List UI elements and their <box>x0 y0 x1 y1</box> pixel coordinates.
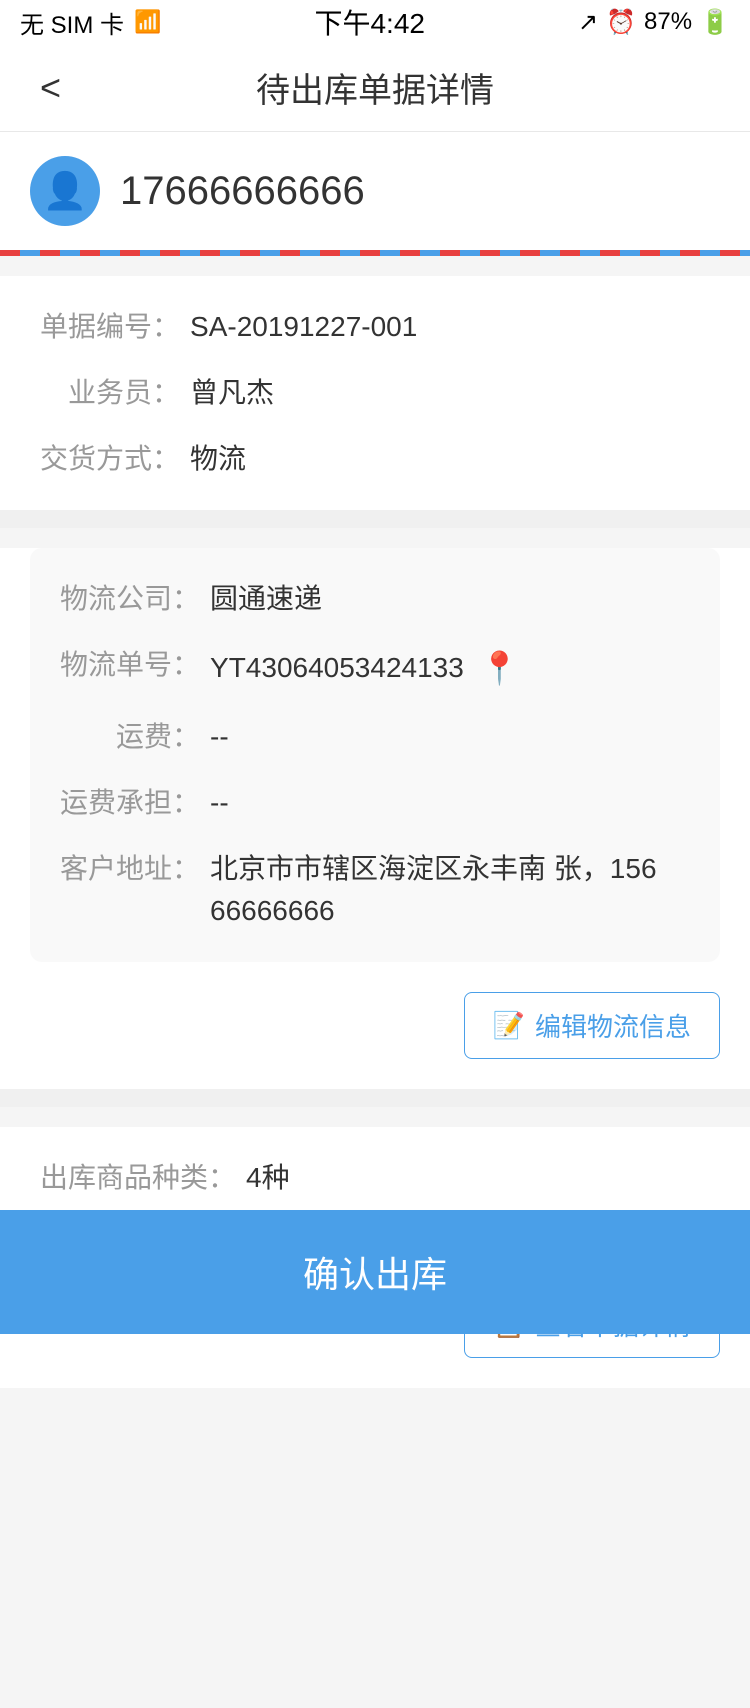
freight-bearer-row: 运费承担： -- <box>60 782 690 824</box>
avatar: 👤 <box>30 156 100 226</box>
carrier-label: 无 SIM 卡 <box>20 5 124 40</box>
edit-logistics-label: 编辑物流信息 <box>535 1007 691 1044</box>
goods-types-label: 出库商品种类： <box>40 1157 236 1199</box>
tracking-no-label: 物流单号： <box>60 644 200 686</box>
freight-row: 运费： -- <box>60 716 690 758</box>
bottom-spacer <box>0 1388 750 1588</box>
logistics-section: 物流公司： 圆通速递 物流单号： YT43064053424133 📍 运费： … <box>0 548 750 1089</box>
address-value: 北京市市辖区海淀区永丰南 张，156 66666666 <box>210 848 690 932</box>
alarm-icon: ⏰ <box>606 8 636 37</box>
order-no-label: 单据编号： <box>40 306 180 348</box>
freight-bearer-label: 运费承担： <box>60 782 200 824</box>
delivery-type-row: 交货方式： 物流 <box>40 438 710 480</box>
edit-logistics-button[interactable]: 📝 编辑物流信息 <box>464 992 720 1059</box>
map-pin-icon[interactable]: 📍 <box>480 644 520 692</box>
logistics-company-row: 物流公司： 圆通速递 <box>60 578 690 620</box>
status-left: 无 SIM 卡 📶 <box>20 5 161 40</box>
dashed-divider <box>0 250 750 256</box>
order-info-section: 单据编号： SA-20191227-001 业务员： 曾凡杰 交货方式： 物流 <box>0 276 750 510</box>
goods-types-row: 出库商品种类： 4种 <box>40 1157 710 1199</box>
edit-icon: 📝 <box>493 1010 525 1041</box>
customer-phone: 17666666666 <box>120 169 365 214</box>
section-divider-1 <box>0 510 750 528</box>
salesperson-row: 业务员： 曾凡杰 <box>40 372 710 414</box>
logistics-card: 物流公司： 圆通速递 物流单号： YT43064053424133 📍 运费： … <box>30 548 720 962</box>
delivery-type-value: 物流 <box>190 438 710 480</box>
status-right: ↗ ⏰ 87% 🔋 <box>578 8 730 37</box>
customer-section: 👤 17666666666 <box>0 132 750 250</box>
goods-types-value: 4种 <box>246 1157 710 1199</box>
logistics-company-value: 圆通速递 <box>210 578 690 620</box>
logistics-company-label: 物流公司： <box>60 578 200 620</box>
confirm-button[interactable]: 确认出库 <box>0 1210 750 1334</box>
wifi-icon: 📶 <box>134 9 161 35</box>
tracking-no-value: YT43064053424133 📍 <box>210 644 690 692</box>
location-status-icon: ↗ <box>578 8 598 37</box>
freight-bearer-value: -- <box>210 782 690 824</box>
address-row: 客户地址： 北京市市辖区海淀区永丰南 张，156 66666666 <box>60 848 690 932</box>
battery-icon: 🔋 <box>700 8 730 37</box>
salesperson-label: 业务员： <box>40 372 180 414</box>
status-time: 下午4:42 <box>314 2 425 42</box>
nav-bar: < 待出库单据详情 <box>0 44 750 132</box>
freight-value: -- <box>210 716 690 758</box>
delivery-type-label: 交货方式： <box>40 438 180 480</box>
section-divider-2 <box>0 1089 750 1107</box>
order-no-row: 单据编号： SA-20191227-001 <box>40 306 710 348</box>
edit-logistics-area: 📝 编辑物流信息 <box>0 972 750 1089</box>
freight-label: 运费： <box>60 716 200 758</box>
order-no-value: SA-20191227-001 <box>190 306 710 348</box>
tracking-no-row: 物流单号： YT43064053424133 📍 <box>60 644 690 692</box>
salesperson-value: 曾凡杰 <box>190 372 710 414</box>
battery-label: 87% <box>644 8 692 36</box>
page-title: 待出库单据详情 <box>256 63 494 112</box>
status-bar: 无 SIM 卡 📶 下午4:42 ↗ ⏰ 87% 🔋 <box>0 0 750 44</box>
avatar-icon: 👤 <box>43 170 88 212</box>
address-label: 客户地址： <box>60 848 200 890</box>
back-button[interactable]: < <box>30 57 71 119</box>
